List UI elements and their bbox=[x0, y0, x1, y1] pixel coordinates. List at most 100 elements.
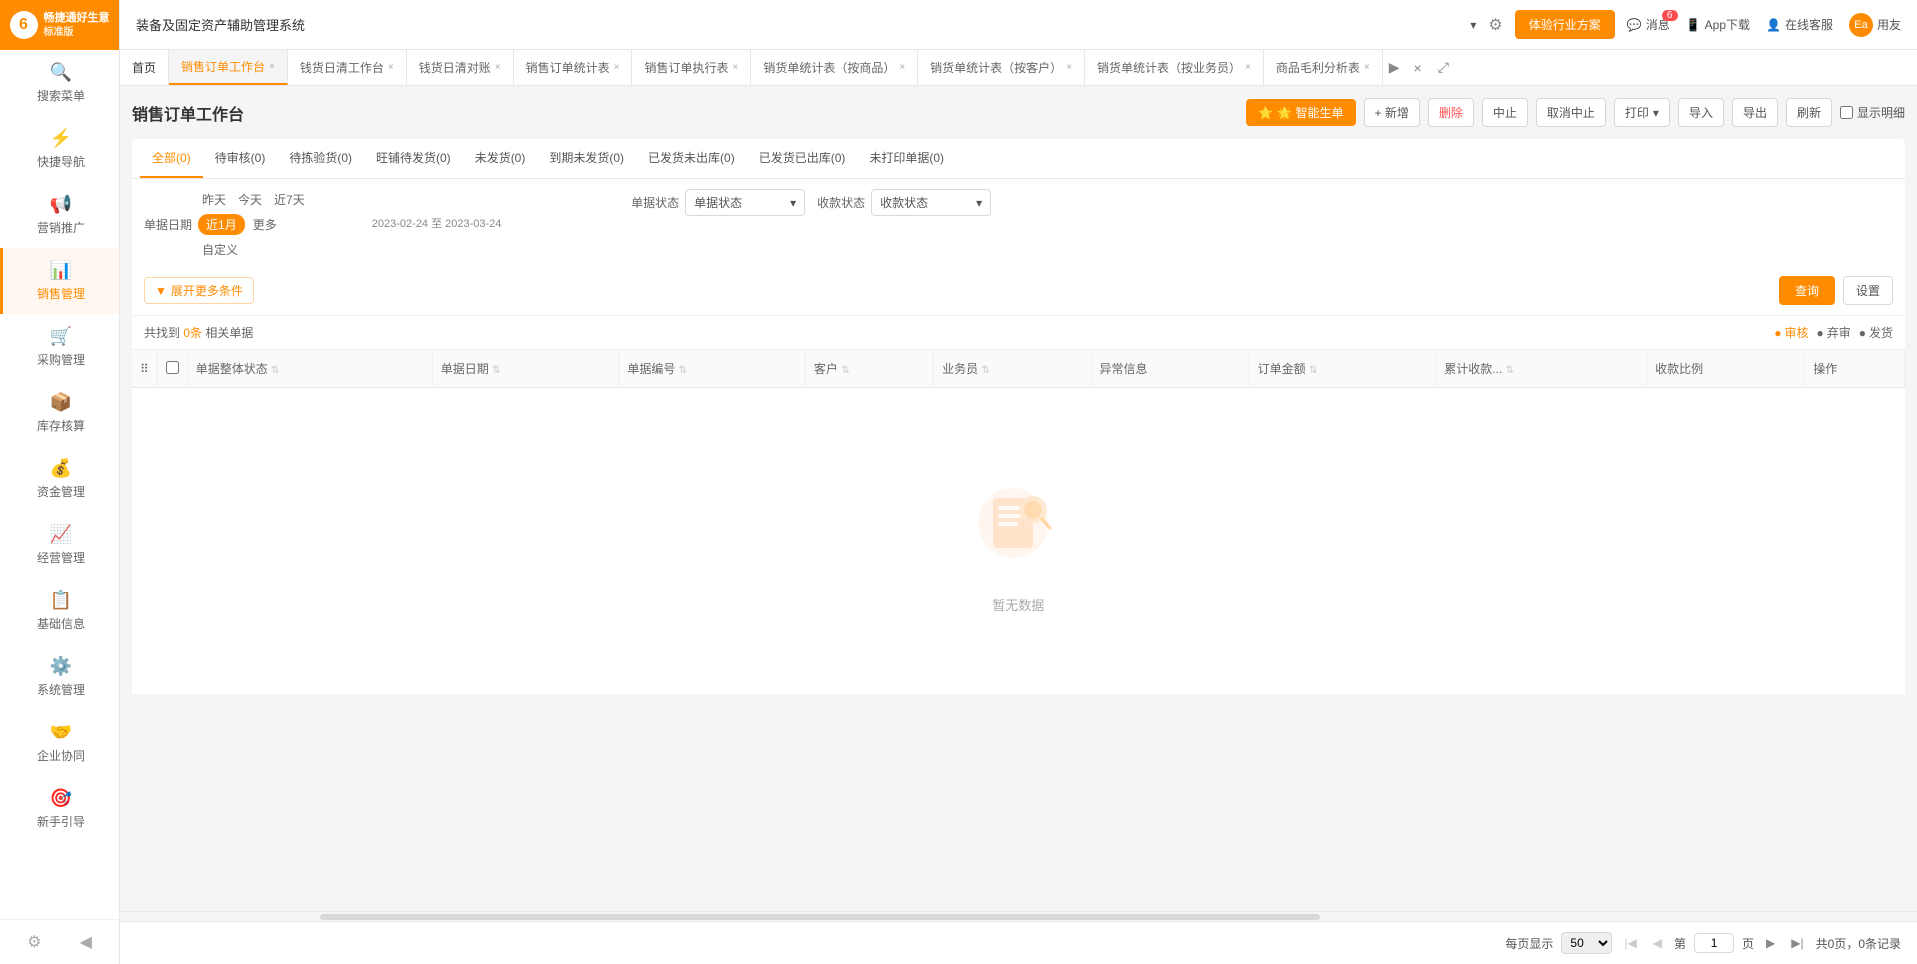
topbar-industry-btn[interactable]: 体验行业方案 bbox=[1515, 10, 1615, 39]
date-shortcut-更多[interactable]: 更多 bbox=[249, 214, 281, 235]
topbar-gear-icon[interactable]: ⚙ bbox=[1488, 15, 1502, 35]
th-业务员[interactable]: 业务员 ⇅ bbox=[934, 350, 1091, 388]
date-shortcut-近7天[interactable]: 近7天 bbox=[270, 189, 309, 210]
print-btn[interactable]: 打印 ▾ bbox=[1614, 98, 1670, 127]
first-page-btn[interactable]: |◀ bbox=[1620, 934, 1640, 952]
sort-icon[interactable]: ⇅ bbox=[679, 365, 687, 376]
tab-maximize[interactable]: ⤢ bbox=[1430, 50, 1457, 85]
th-客户[interactable]: 客户 ⇅ bbox=[805, 350, 933, 388]
tab-close-cash-daily[interactable]: × bbox=[388, 62, 394, 73]
tab-sales-stat-customer[interactable]: 销货单统计表（按客户）× bbox=[918, 50, 1085, 85]
tab-close-sales-exec[interactable]: × bbox=[732, 62, 738, 73]
date-shortcut-近1月[interactable]: 近1月 bbox=[198, 214, 245, 235]
subtab-pending-review[interactable]: 待审核(0) bbox=[203, 139, 278, 178]
sidebar-item-marketing[interactable]: 📢营销推广 bbox=[0, 182, 119, 248]
import-btn[interactable]: 导入 bbox=[1678, 98, 1724, 127]
subtab-pending-inspect[interactable]: 待拣验货(0) bbox=[277, 139, 364, 178]
batch-btn-审核[interactable]: ● 审核 bbox=[1774, 324, 1808, 341]
sidebar-item-sales[interactable]: 📊销售管理 bbox=[0, 248, 119, 314]
subtab-all[interactable]: 全部(0) bbox=[140, 139, 203, 178]
select-all-checkbox[interactable] bbox=[166, 361, 179, 374]
sidebar-item-purchase[interactable]: 🛒采购管理 bbox=[0, 314, 119, 380]
th-单据整体状态[interactable]: 单据整体状态 ⇅ bbox=[187, 350, 432, 388]
tab-close-cash-reconcile[interactable]: × bbox=[495, 62, 501, 73]
sidebar-item-operation[interactable]: 📈经营管理 bbox=[0, 512, 119, 578]
sidebar-item-guide[interactable]: 🎯新手引导 bbox=[0, 776, 119, 842]
sort-icon[interactable]: ⇅ bbox=[841, 365, 849, 376]
tab-close-product-profit[interactable]: × bbox=[1364, 62, 1370, 73]
tab-cash-reconcile[interactable]: 钱货日清对账× bbox=[407, 50, 514, 85]
sidebar-item-inventory[interactable]: 📦库存核算 bbox=[0, 380, 119, 446]
expand-more-btn[interactable]: ▼ 展开更多条件 bbox=[144, 277, 254, 304]
page-input[interactable] bbox=[1694, 933, 1734, 953]
sidebar-item-enterprise[interactable]: 🤝企业协同 bbox=[0, 710, 119, 776]
smart-order-btn[interactable]: ⭐ 🌟 智能生单 bbox=[1246, 99, 1355, 126]
add-btn[interactable]: + 新增 bbox=[1364, 98, 1420, 127]
filter-setting-btn[interactable]: 设置 bbox=[1843, 276, 1893, 305]
subtab-not-shipped[interactable]: 未发货(0) bbox=[463, 139, 538, 178]
delete-btn[interactable]: 删除 bbox=[1428, 98, 1474, 127]
tab-close-sales-stat-product[interactable]: × bbox=[899, 62, 905, 73]
collection-select[interactable]: 收款状态 ▾ bbox=[871, 189, 991, 216]
tab-close-sales-stat[interactable]: × bbox=[614, 62, 620, 73]
sort-icon[interactable]: ⇅ bbox=[492, 365, 500, 376]
sort-icon[interactable]: ⇅ bbox=[271, 365, 279, 376]
topbar-user[interactable]: Ea 用友 bbox=[1849, 13, 1901, 37]
date-shortcut-今天[interactable]: 今天 bbox=[234, 189, 266, 210]
batch-btn-发货[interactable]: ● 发货 bbox=[1859, 324, 1893, 341]
tab-sales-exec[interactable]: 销售订单执行表× bbox=[632, 50, 751, 85]
cancel-stop-btn[interactable]: 取消中止 bbox=[1536, 98, 1606, 127]
sort-icon[interactable]: ⇅ bbox=[1506, 365, 1514, 376]
th-订单金额[interactable]: 订单金额 ⇅ bbox=[1249, 350, 1436, 388]
tab-home[interactable]: 首页 bbox=[120, 50, 169, 85]
topbar-online-service[interactable]: 👤 在线客服 bbox=[1766, 16, 1833, 33]
settings-icon[interactable]: ⚙ bbox=[27, 932, 41, 952]
subtab-overdue-not-shipped[interactable]: 到期未发货(0) bbox=[537, 139, 636, 178]
last-page-btn[interactable]: ▶| bbox=[1787, 934, 1807, 952]
sidebar-item-system[interactable]: ⚙️系统管理 bbox=[0, 644, 119, 710]
sidebar-item-basic-info[interactable]: 📋基础信息 bbox=[0, 578, 119, 644]
th-单据编号[interactable]: 单据编号 ⇅ bbox=[619, 350, 806, 388]
batch-btn-弃审[interactable]: ● 弃审 bbox=[1816, 324, 1850, 341]
show-detail-label[interactable]: 显示明细 bbox=[1840, 104, 1905, 121]
date-shortcut-昨天[interactable]: 昨天 bbox=[198, 189, 230, 210]
subtab-not-printed[interactable]: 未打印单据(0) bbox=[857, 139, 956, 178]
tab-sales-stat-staff[interactable]: 销货单统计表（按业务员）× bbox=[1085, 50, 1264, 85]
next-page-btn[interactable]: ▶ bbox=[1762, 934, 1779, 952]
tab-cash-daily[interactable]: 钱货日清工作台× bbox=[288, 50, 407, 85]
sort-icon[interactable]: ⇅ bbox=[981, 365, 989, 376]
tab-close-all[interactable]: × bbox=[1406, 50, 1430, 85]
tab-nav-right[interactable]: ▶ bbox=[1383, 50, 1406, 85]
sort-icon[interactable]: ⇅ bbox=[1309, 365, 1317, 376]
sidebar-item-finance[interactable]: 💰资金管理 bbox=[0, 446, 119, 512]
topbar-message[interactable]: 💬 消息 6 bbox=[1627, 16, 1670, 33]
date-shortcut-自定义[interactable]: 自定义 bbox=[198, 239, 242, 260]
th-累计收款...[interactable]: 累计收款... ⇅ bbox=[1436, 350, 1647, 388]
tab-close-sales-stat-customer[interactable]: × bbox=[1066, 62, 1072, 73]
th-单据日期[interactable]: 单据日期 ⇅ bbox=[432, 350, 619, 388]
tab-sales-workbench[interactable]: 销售订单工作台× bbox=[169, 50, 288, 85]
sidebar-item-search[interactable]: 🔍搜索菜单 bbox=[0, 50, 119, 116]
subtab-shipped-not-out[interactable]: 已发货未出库(0) bbox=[636, 139, 747, 178]
collapse-icon[interactable]: ◀ bbox=[80, 932, 92, 952]
topbar-app-download[interactable]: 📱 App下载 bbox=[1686, 16, 1750, 33]
query-btn[interactable]: 查询 bbox=[1779, 276, 1835, 305]
subtab-shipped-out[interactable]: 已发货已出库(0) bbox=[747, 139, 858, 178]
export-btn[interactable]: 导出 bbox=[1732, 98, 1778, 127]
topbar-system-dropdown[interactable]: ▾ bbox=[1470, 18, 1476, 32]
show-detail-checkbox[interactable] bbox=[1840, 106, 1853, 119]
scrollbar-thumb[interactable] bbox=[320, 914, 1320, 920]
tab-product-profit[interactable]: 商品毛利分析表× bbox=[1264, 50, 1383, 85]
tab-close-sales-workbench[interactable]: × bbox=[269, 61, 275, 72]
subtab-wangpu-pending[interactable]: 旺铺待发货(0) bbox=[364, 139, 463, 178]
horizontal-scrollbar[interactable] bbox=[120, 911, 1917, 921]
sidebar-item-quick-nav[interactable]: ⚡快捷导航 bbox=[0, 116, 119, 182]
tab-sales-stat[interactable]: 销售订单统计表× bbox=[514, 50, 633, 85]
page-size-select[interactable]: 102050100 bbox=[1561, 932, 1612, 954]
prev-page-btn[interactable]: ◀ bbox=[1649, 934, 1666, 952]
stop-btn[interactable]: 中止 bbox=[1482, 98, 1528, 127]
tab-close-sales-stat-staff[interactable]: × bbox=[1245, 62, 1251, 73]
status-select[interactable]: 单据状态 ▾ bbox=[685, 189, 805, 216]
tab-sales-stat-product[interactable]: 销货单统计表（按商品）× bbox=[751, 50, 918, 85]
refresh-btn[interactable]: 刷新 bbox=[1786, 98, 1832, 127]
